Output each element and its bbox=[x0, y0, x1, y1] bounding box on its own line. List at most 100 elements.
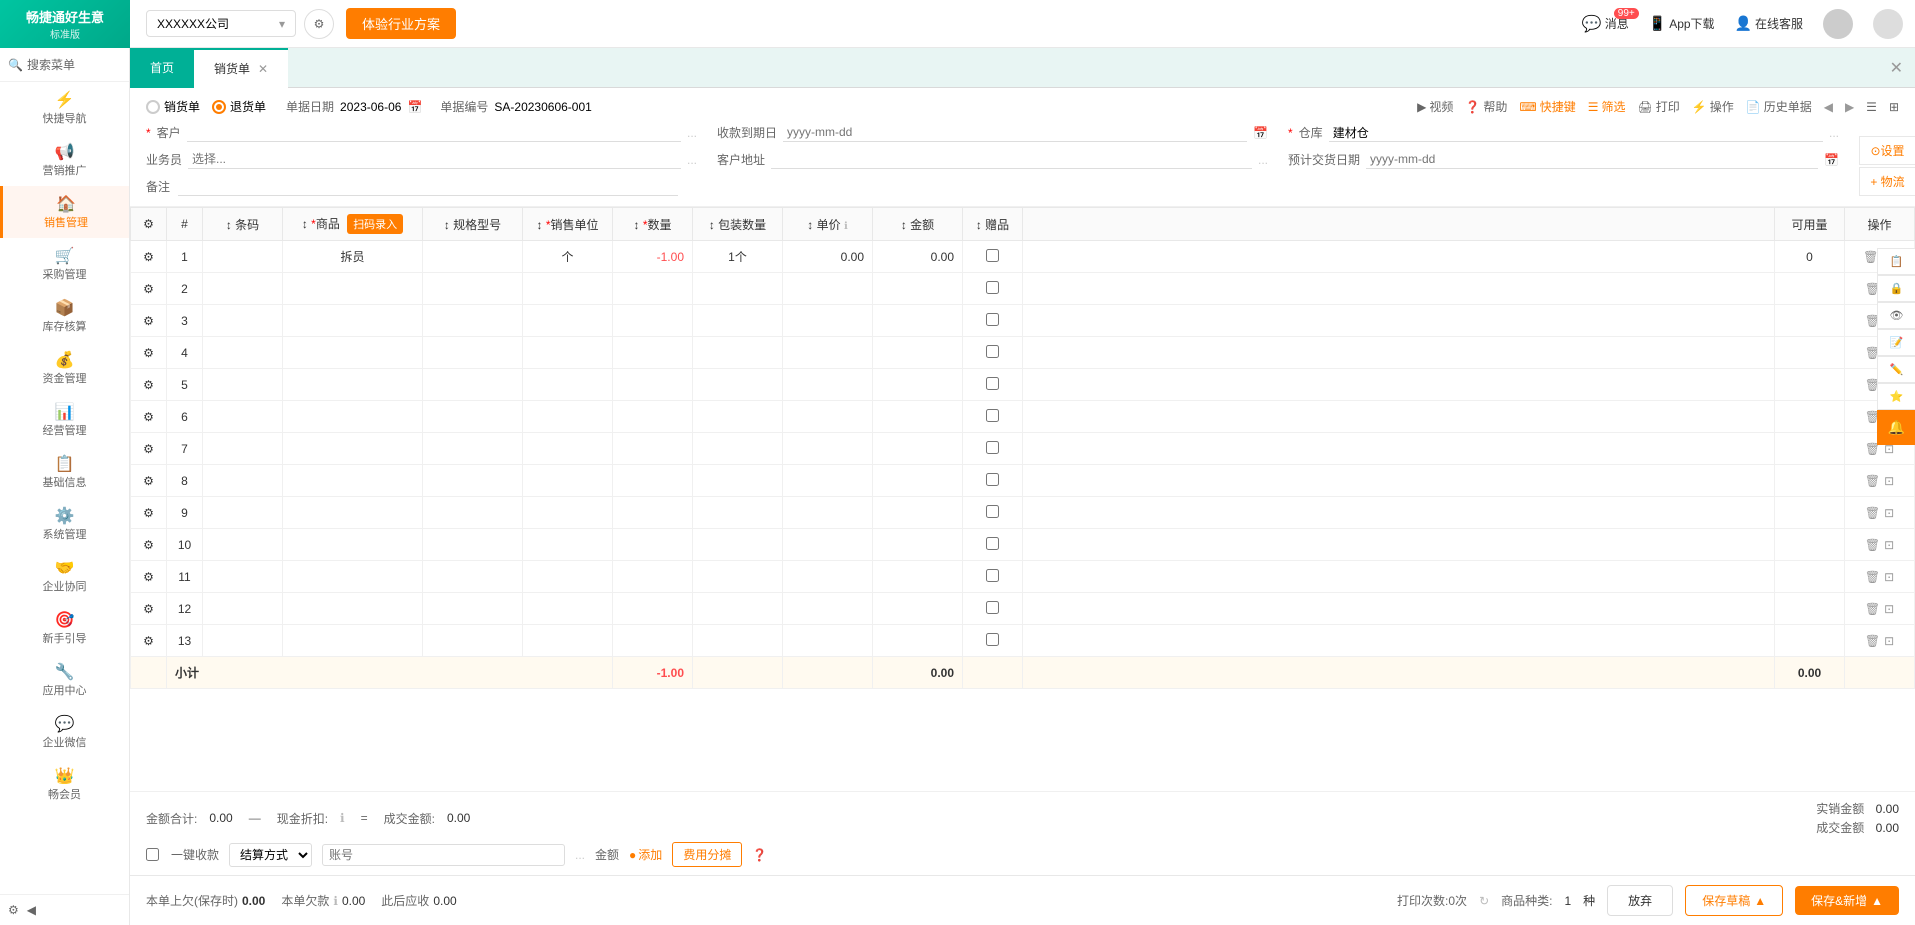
sidebar-item-member[interactable]: 👑 畅会员 bbox=[0, 758, 129, 810]
save-button[interactable]: 保存&新增 ▲ bbox=[1795, 886, 1899, 915]
customer-ellipsis[interactable]: ... bbox=[687, 126, 697, 140]
fee-split-button[interactable]: 费用分摊 bbox=[672, 842, 742, 867]
col-unit-header[interactable]: ↕ *销售单位 bbox=[523, 208, 613, 241]
col-product-header[interactable]: ↕ *商品 扫码录入 bbox=[283, 208, 423, 241]
prev-icon[interactable]: ◀ bbox=[1824, 100, 1833, 114]
tab-close-icon[interactable]: ✕ bbox=[258, 62, 268, 76]
message-item[interactable]: 💬 消息 99+ bbox=[1582, 14, 1629, 34]
app-download-item[interactable]: 📱 App下载 bbox=[1649, 15, 1715, 32]
col-barcode-header[interactable]: ↕ 条码 bbox=[203, 208, 283, 241]
warehouse-input[interactable] bbox=[1329, 123, 1823, 142]
scan-button[interactable]: 扫码录入 bbox=[347, 214, 403, 234]
row-settings[interactable]: ⚙ bbox=[131, 273, 167, 305]
account-ellipsis[interactable]: ... bbox=[575, 848, 585, 862]
tab-sales-order[interactable]: 销货单 ✕ bbox=[194, 48, 288, 88]
date-calendar-icon[interactable]: 📅 bbox=[407, 100, 422, 114]
view-grid-icon[interactable]: ⊞ bbox=[1889, 100, 1899, 114]
tab-home[interactable]: 首页 bbox=[130, 48, 194, 88]
collapse-icon[interactable]: ◀ bbox=[27, 903, 36, 917]
col-settings-header[interactable]: ⚙ bbox=[131, 208, 167, 241]
remarks-input[interactable] bbox=[178, 177, 678, 196]
toolbar-filter[interactable]: ☰ 筛选 bbox=[1588, 98, 1626, 115]
row1-settings[interactable]: ⚙ bbox=[131, 241, 167, 273]
sidebar-item-inventory[interactable]: 📦 库存核算 bbox=[0, 290, 129, 342]
sidebar-item-marketing[interactable]: 📢 营销推广 bbox=[0, 134, 129, 186]
settings-icon[interactable]: ⚙ bbox=[304, 9, 334, 39]
staff-ellipsis[interactable]: ... bbox=[687, 153, 697, 167]
add-payment-button[interactable]: ● 添加 bbox=[629, 846, 662, 863]
row1-price[interactable]: 0.00 bbox=[783, 241, 873, 273]
right-icon-2[interactable]: 🔒 bbox=[1877, 275, 1915, 302]
toolbar-history[interactable]: 📄 历史单据 bbox=[1746, 98, 1812, 115]
right-icon-7[interactable]: 🔔 bbox=[1877, 410, 1915, 445]
draft-button[interactable]: 保存草稿 ▲ bbox=[1685, 885, 1783, 916]
calc-method-select[interactable]: 结算方式 bbox=[229, 843, 312, 867]
fee-info-icon[interactable]: ❓ bbox=[752, 848, 767, 862]
doc-type-sales[interactable]: 销货单 bbox=[146, 98, 200, 115]
col-price-header[interactable]: ↕ 单价 ℹ bbox=[783, 208, 873, 241]
staff-input[interactable] bbox=[188, 150, 681, 169]
customer-input[interactable] bbox=[187, 123, 681, 142]
avatar[interactable] bbox=[1823, 9, 1853, 39]
toolbar-operate[interactable]: ⚡ 操作 bbox=[1692, 98, 1734, 115]
one-click-pay-checkbox[interactable] bbox=[146, 848, 159, 861]
right-icon-5[interactable]: ✏️ bbox=[1877, 356, 1915, 383]
print-refresh-icon[interactable]: ↻ bbox=[1479, 894, 1489, 908]
address-ellipsis[interactable]: ... bbox=[1258, 153, 1268, 167]
right-icon-3[interactable]: 👁 bbox=[1877, 302, 1915, 329]
due-date-calendar-icon[interactable]: 📅 bbox=[1253, 126, 1268, 140]
sidebar-item-purchase[interactable]: 🛒 采购管理 bbox=[0, 238, 129, 290]
discount-info-icon[interactable]: ℹ bbox=[340, 811, 345, 825]
sidebar-item-system[interactable]: ⚙️ 系统管理 bbox=[0, 498, 129, 550]
right-icon-6[interactable]: ⭐ bbox=[1877, 383, 1915, 410]
expected-date-input[interactable] bbox=[1366, 150, 1818, 169]
search-menu-item[interactable]: 🔍 搜索菜单 bbox=[0, 48, 129, 82]
row1-pack[interactable]: 1个 bbox=[693, 241, 783, 273]
debt-info-icon[interactable]: ℹ bbox=[333, 894, 338, 908]
col-gift-header[interactable]: ↕ 赠品 bbox=[963, 208, 1023, 241]
sidebar-item-quick-nav[interactable]: ⚡ 快捷导航 bbox=[0, 82, 129, 134]
sidebar-item-guide[interactable]: 🎯 新手引导 bbox=[0, 602, 129, 654]
right-icon-1[interactable]: 📋 bbox=[1877, 248, 1915, 275]
settings-action-btn[interactable]: ⊙ 设置 bbox=[1859, 136, 1915, 165]
trial-button[interactable]: 体验行业方案 bbox=[346, 8, 456, 39]
sidebar-item-finance[interactable]: 💰 资金管理 bbox=[0, 342, 129, 394]
window-close-icon[interactable]: ✕ bbox=[1890, 60, 1903, 77]
sidebar-item-operations[interactable]: 📊 经营管理 bbox=[0, 394, 129, 446]
row1-barcode[interactable] bbox=[203, 241, 283, 273]
col-spec-header[interactable]: ↕ 规格型号 bbox=[423, 208, 523, 241]
toolbar-shortcut[interactable]: ⌨ 快捷键 bbox=[1519, 98, 1575, 115]
account-input[interactable] bbox=[322, 844, 565, 866]
view-list-icon[interactable]: ☰ bbox=[1866, 100, 1877, 114]
discard-button[interactable]: 放弃 bbox=[1607, 885, 1673, 916]
row1-gift-checkbox[interactable] bbox=[986, 249, 999, 262]
sidebar-item-basics[interactable]: 📋 基础信息 bbox=[0, 446, 129, 498]
sidebar-item-sales[interactable]: 🏠 销售管理 bbox=[0, 186, 129, 238]
next-icon[interactable]: ▶ bbox=[1845, 100, 1854, 114]
toolbar-help[interactable]: ❓ 帮助 bbox=[1465, 98, 1507, 115]
col-qty-header[interactable]: ↕ *数量 bbox=[613, 208, 693, 241]
row1-gift[interactable] bbox=[963, 241, 1023, 273]
row1-unit[interactable]: 个 bbox=[523, 241, 613, 273]
expected-date-calendar-icon[interactable]: 📅 bbox=[1824, 153, 1839, 167]
col-pack-header[interactable]: ↕ 包装数量 bbox=[693, 208, 783, 241]
sidebar-item-enterprise[interactable]: 🤝 企业协同 bbox=[0, 550, 129, 602]
row1-product[interactable]: 拆员 bbox=[283, 241, 423, 273]
address-input[interactable] bbox=[771, 150, 1252, 169]
toolbar-video[interactable]: ▶ 视频 bbox=[1417, 98, 1453, 115]
row1-qty[interactable]: -1.00 bbox=[613, 241, 693, 273]
company-selector[interactable]: XXXXXX公司 ▾ bbox=[146, 10, 296, 37]
online-service-item[interactable]: 👤 在线客服 bbox=[1735, 15, 1803, 32]
row1-spec[interactable] bbox=[423, 241, 523, 273]
logistics-action-btn[interactable]: + 物流 bbox=[1859, 167, 1915, 196]
col-amount-header[interactable]: ↕ 金额 bbox=[873, 208, 963, 241]
warehouse-ellipsis[interactable]: ... bbox=[1829, 126, 1839, 140]
right-icon-4[interactable]: 📝 bbox=[1877, 329, 1915, 356]
row1-amount[interactable]: 0.00 bbox=[873, 241, 963, 273]
doc-type-return[interactable]: 退货单 bbox=[212, 98, 266, 115]
due-date-input[interactable] bbox=[783, 123, 1247, 142]
row1-desc[interactable] bbox=[1023, 241, 1775, 273]
sidebar-item-app-center[interactable]: 🔧 应用中心 bbox=[0, 654, 129, 706]
toolbar-print[interactable]: 🖨 打印 bbox=[1638, 98, 1680, 115]
settings-bottom-icon[interactable]: ⚙ bbox=[8, 903, 19, 917]
